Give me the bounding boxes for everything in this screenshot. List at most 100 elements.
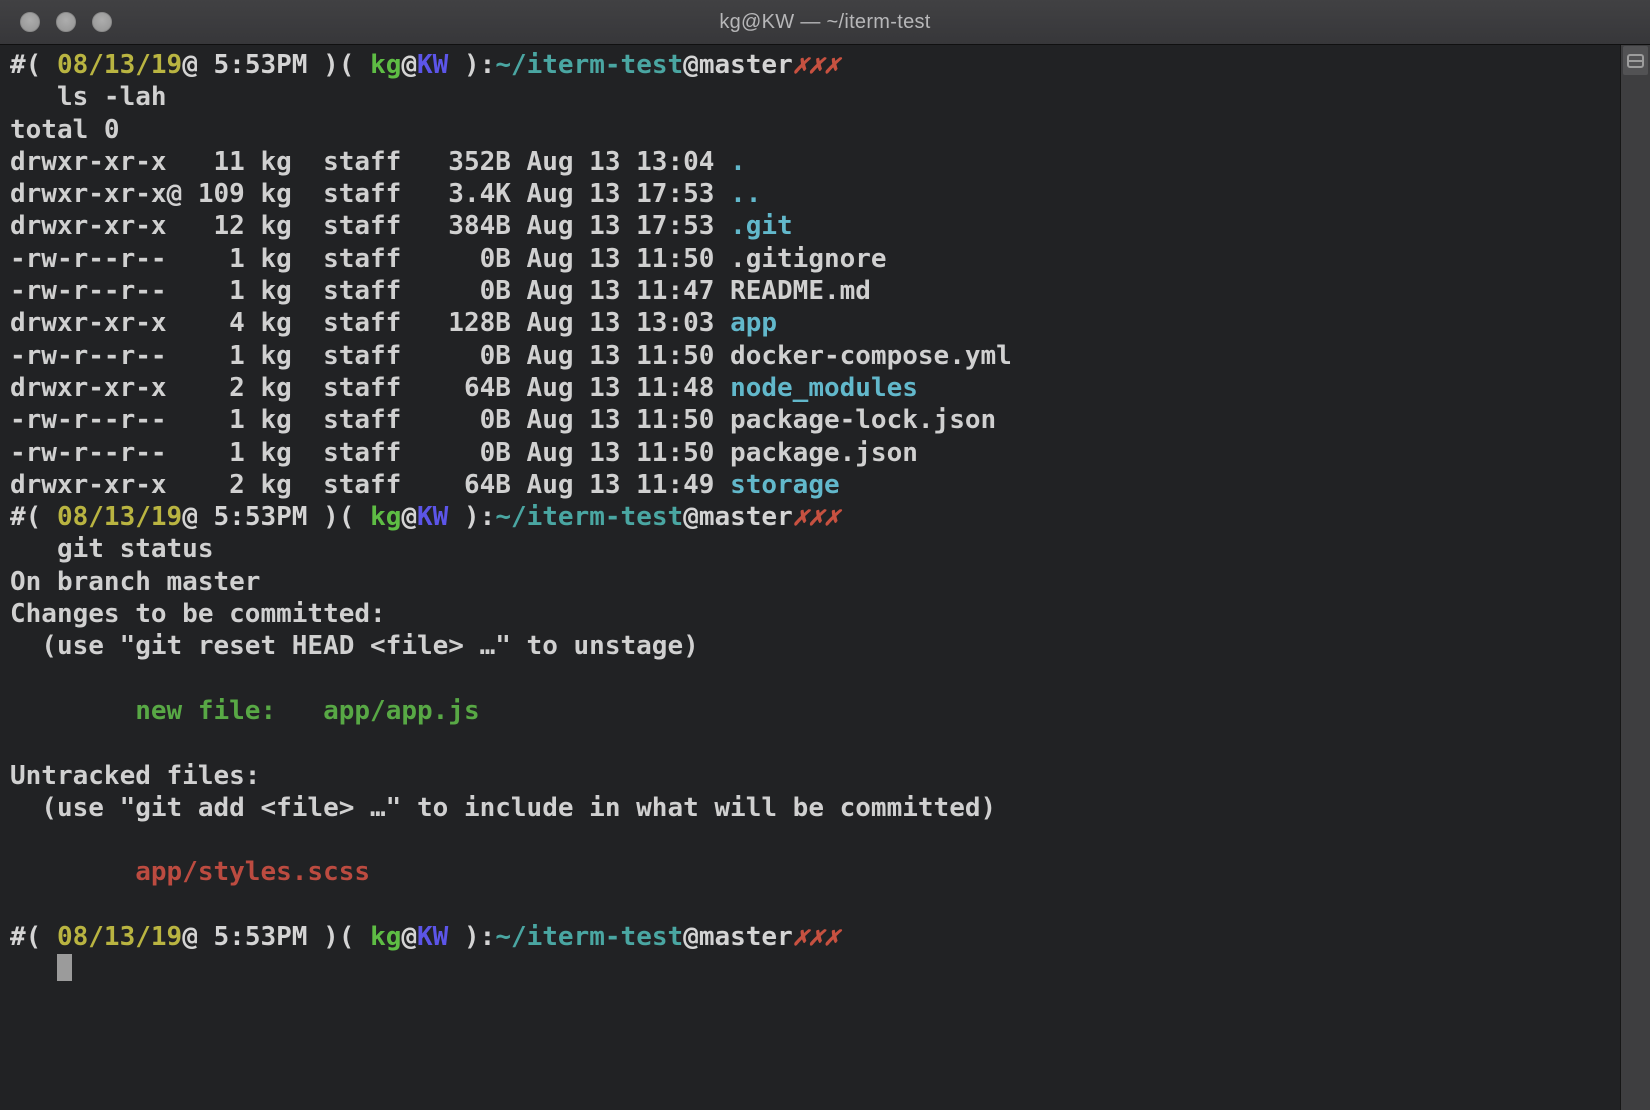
minimize-button[interactable] [56, 12, 76, 32]
terminal-line: ls -lah [10, 81, 1620, 113]
terminal-cursor [57, 954, 72, 981]
terminal-output[interactable]: #( 08/13/19@ 5:53PM )( kg@KW ):~/iterm-t… [0, 45, 1620, 1110]
terminal-text [10, 954, 57, 984]
terminal-text: -rw-r--r-- 1 kg staff 0B Aug 13 11:50 .g… [10, 244, 887, 274]
terminal-text: -rw-r--r-- 1 kg staff 0B Aug 13 11:47 RE… [10, 276, 871, 306]
terminal-text: node_modules [730, 373, 918, 403]
terminal-text: 5:53PM [214, 922, 308, 952]
terminal-text: @ [401, 922, 417, 952]
terminal-line [10, 824, 1620, 856]
terminal-line: drwxr-xr-x 11 kg staff 352B Aug 13 13:04… [10, 146, 1620, 178]
terminal-text: master [699, 922, 793, 952]
terminal-text: ✗✗✗ [793, 50, 840, 80]
terminal-line: drwxr-xr-x 4 kg staff 128B Aug 13 13:03 … [10, 307, 1620, 339]
terminal-text: ): [448, 50, 495, 80]
terminal-text: KW [417, 50, 448, 80]
terminal-text: (use "git add <file> …" to include in wh… [10, 793, 996, 823]
terminal-text: 08/13/19 [57, 922, 182, 952]
terminal-text: app [730, 308, 777, 338]
terminal-text [10, 696, 135, 726]
terminal-text: .. [730, 179, 761, 209]
terminal-text: 5:53PM [214, 50, 308, 80]
terminal-line: (use "git add <file> …" to include in wh… [10, 792, 1620, 824]
terminal-text: (use "git reset HEAD <file> …" to unstag… [10, 631, 699, 661]
window-content: #( 08/13/19@ 5:53PM )( kg@KW ):~/iterm-t… [0, 45, 1650, 1110]
terminal-line: -rw-r--r-- 1 kg staff 0B Aug 13 11:50 do… [10, 340, 1620, 372]
titlebar[interactable]: kg@KW — ~/iterm-test [0, 0, 1650, 45]
terminal-text: On branch master [10, 567, 260, 597]
close-button[interactable] [20, 12, 40, 32]
terminal-text: ls -lah [10, 82, 167, 112]
terminal-line: -rw-r--r-- 1 kg staff 0B Aug 13 11:50 pa… [10, 404, 1620, 436]
terminal-text: 08/13/19 [57, 50, 182, 80]
terminal-text: @ [683, 922, 699, 952]
terminal-line: (use "git reset HEAD <file> …" to unstag… [10, 630, 1620, 662]
terminal-line: drwxr-xr-x 12 kg staff 384B Aug 13 17:53… [10, 210, 1620, 242]
terminal-text: total 0 [10, 115, 120, 145]
terminal-text: Changes to be committed: [10, 599, 386, 629]
terminal-text: #( [10, 50, 57, 80]
terminal-text: ~/iterm-test [495, 922, 683, 952]
terminal-line: drwxr-xr-x@ 109 kg staff 3.4K Aug 13 17:… [10, 178, 1620, 210]
terminal-text: @ [401, 502, 417, 532]
terminal-text: @ [182, 50, 213, 80]
terminal-text: #( [10, 922, 57, 952]
terminal-text: master [699, 50, 793, 80]
terminal-line: drwxr-xr-x 2 kg staff 64B Aug 13 11:48 n… [10, 372, 1620, 404]
terminal-line: app/styles.scss [10, 856, 1620, 888]
scroll-marker-icon [1627, 54, 1644, 68]
terminal-text: -rw-r--r-- 1 kg staff 0B Aug 13 11:50 do… [10, 341, 1012, 371]
terminal-text: #( [10, 502, 57, 532]
scrollbar-top-widget[interactable] [1623, 46, 1648, 75]
terminal-text: drwxr-xr-x 2 kg staff 64B Aug 13 11:48 [10, 373, 730, 403]
terminal-text: drwxr-xr-x@ 109 kg staff 3.4K Aug 13 17:… [10, 179, 730, 209]
window-title: kg@KW — ~/iterm-test [719, 11, 930, 34]
terminal-text: @ [683, 50, 699, 80]
terminal-text: drwxr-xr-x 11 kg staff 352B Aug 13 13:04 [10, 147, 730, 177]
terminal-text: ): [448, 502, 495, 532]
terminal-text: ): [448, 922, 495, 952]
terminal-line: -rw-r--r-- 1 kg staff 0B Aug 13 11:50 .g… [10, 243, 1620, 275]
scrollbar-track[interactable] [1620, 45, 1650, 1110]
terminal-text: )( [307, 922, 370, 952]
terminal-line: drwxr-xr-x 2 kg staff 64B Aug 13 11:49 s… [10, 469, 1620, 501]
terminal-window: kg@KW — ~/iterm-test #( 08/13/19@ 5:53PM… [0, 0, 1650, 1110]
zoom-button[interactable] [92, 12, 112, 32]
terminal-text: master [699, 502, 793, 532]
terminal-text: 5:53PM [214, 502, 308, 532]
terminal-text: . [730, 147, 746, 177]
terminal-line: #( 08/13/19@ 5:53PM )( kg@KW ):~/iterm-t… [10, 921, 1620, 953]
terminal-text: )( [307, 50, 370, 80]
terminal-line: total 0 [10, 114, 1620, 146]
terminal-line [10, 889, 1620, 921]
terminal-line: -rw-r--r-- 1 kg staff 0B Aug 13 11:50 pa… [10, 437, 1620, 469]
terminal-text: new file: app/app.js [135, 696, 479, 726]
terminal-line [10, 663, 1620, 695]
terminal-text: @ [182, 922, 213, 952]
terminal-text: drwxr-xr-x 4 kg staff 128B Aug 13 13:03 [10, 308, 730, 338]
terminal-line [10, 727, 1620, 759]
terminal-text: @ [401, 50, 417, 80]
terminal-line: #( 08/13/19@ 5:53PM )( kg@KW ):~/iterm-t… [10, 501, 1620, 533]
terminal-text: @ [683, 502, 699, 532]
terminal-line: #( 08/13/19@ 5:53PM )( kg@KW ):~/iterm-t… [10, 49, 1620, 81]
terminal-text: .git [730, 211, 793, 241]
terminal-text: KW [417, 922, 448, 952]
terminal-text: kg [370, 50, 401, 80]
terminal-text: ✗✗✗ [793, 502, 840, 532]
terminal-text: -rw-r--r-- 1 kg staff 0B Aug 13 11:50 pa… [10, 405, 996, 435]
terminal-text: ✗✗✗ [793, 922, 840, 952]
terminal-text: Untracked files: [10, 761, 260, 791]
traffic-lights [20, 12, 112, 32]
terminal-line: On branch master [10, 566, 1620, 598]
terminal-text: @ [182, 502, 213, 532]
terminal-text: -rw-r--r-- 1 kg staff 0B Aug 13 11:50 pa… [10, 438, 918, 468]
terminal-line: -rw-r--r-- 1 kg staff 0B Aug 13 11:47 RE… [10, 275, 1620, 307]
terminal-text: git status [10, 534, 214, 564]
terminal-text: kg [370, 502, 401, 532]
terminal-text: drwxr-xr-x 12 kg staff 384B Aug 13 17:53 [10, 211, 730, 241]
terminal-text: ~/iterm-test [495, 50, 683, 80]
terminal-line: new file: app/app.js [10, 695, 1620, 727]
terminal-text: drwxr-xr-x 2 kg staff 64B Aug 13 11:49 [10, 470, 730, 500]
terminal-text: kg [370, 922, 401, 952]
